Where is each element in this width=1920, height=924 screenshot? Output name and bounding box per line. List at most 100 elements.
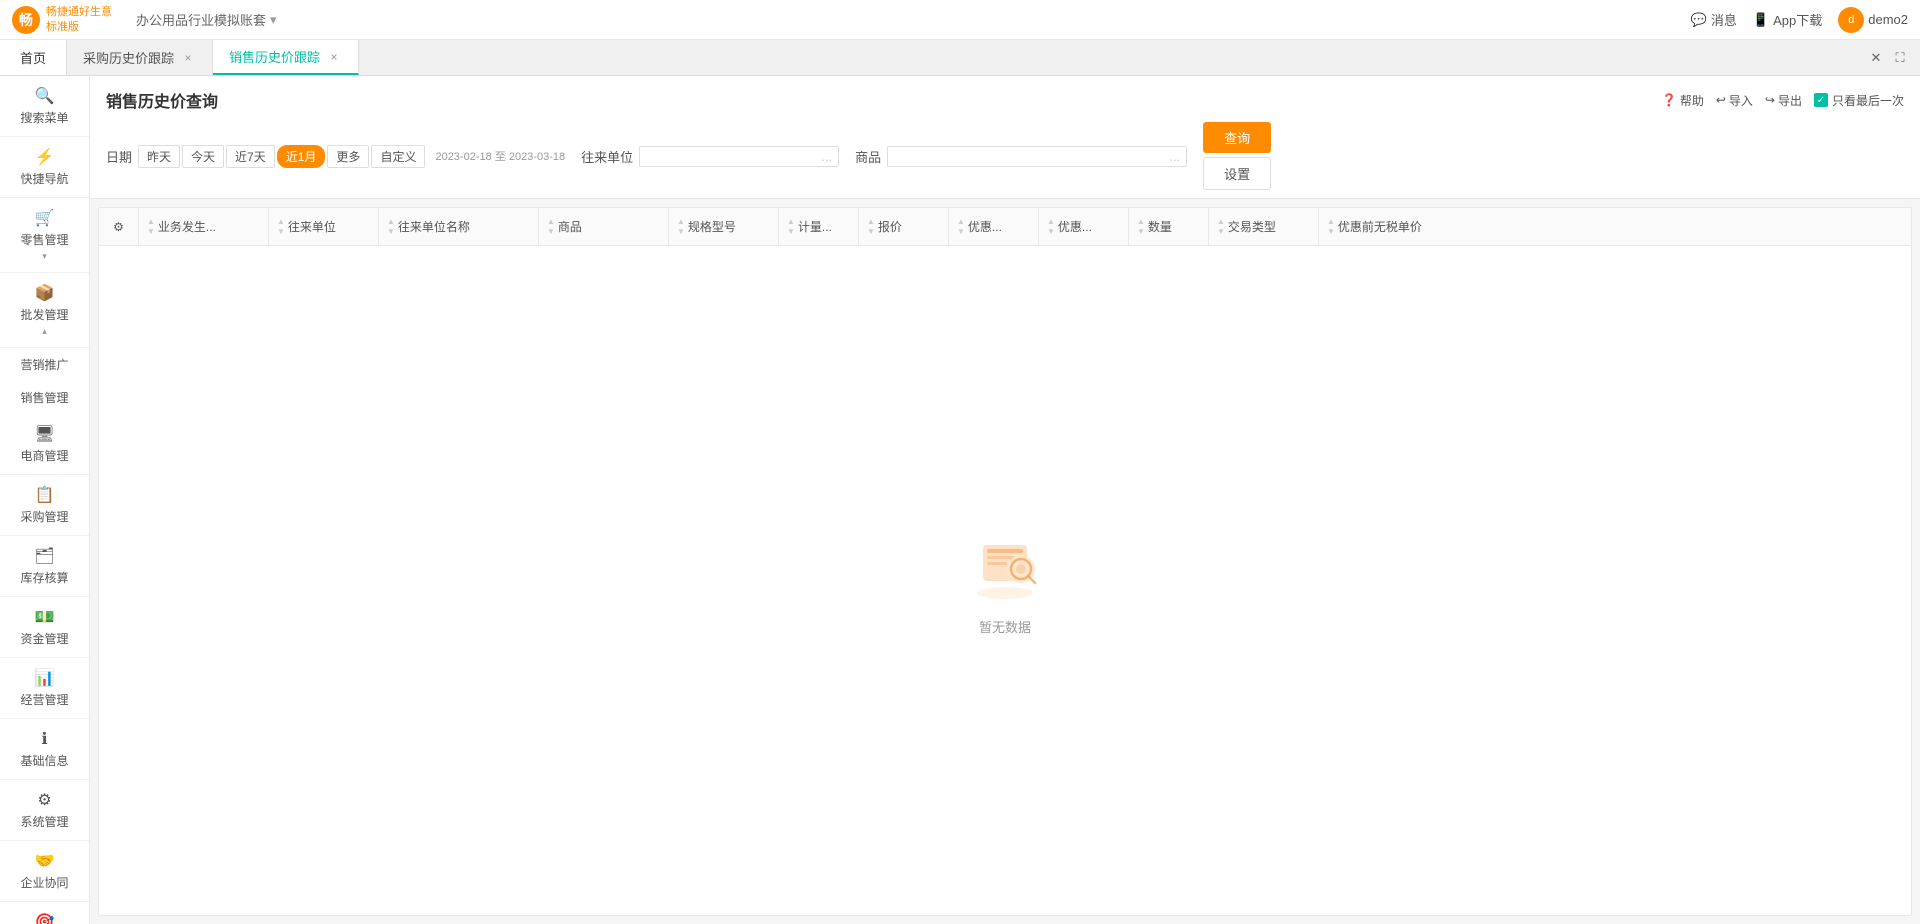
import-icon: ↩ xyxy=(1716,93,1726,107)
th-partner-name[interactable]: ▲▼ 往来单位名称 xyxy=(379,208,539,245)
sort-arrows-discount1: ▲▼ xyxy=(957,217,965,236)
settings-button[interactable]: 设置 xyxy=(1203,157,1271,190)
goods-filter-group: 商品 ... xyxy=(855,146,1187,167)
sidebar-item-sales-mgmt[interactable]: 销售管理 xyxy=(0,381,89,414)
date-buttons: 昨天 今天 近7天 近1月 更多 自定义 xyxy=(138,145,425,168)
tab-sales-history[interactable]: 销售历史价跟踪 × xyxy=(213,40,359,75)
sidebar-item-operations-mgmt[interactable]: 📊 经营管理 xyxy=(0,658,89,719)
only-last-checkbox-area[interactable]: ✓ 只看最后一次 xyxy=(1814,92,1904,109)
sidebar-label-retail-mgmt: 零售管理 xyxy=(20,231,68,248)
th-discount1[interactable]: ▲▼ 优惠... xyxy=(949,208,1039,245)
query-button[interactable]: 查询 xyxy=(1203,122,1271,153)
top-bar: 畅 畅捷通好生意 标准版 办公用品行业模拟账套 ▾ 💬 消息 📱 App下载 d… xyxy=(0,0,1920,40)
message-btn[interactable]: 💬 消息 xyxy=(1691,10,1737,29)
partner-dots-icon: ... xyxy=(821,149,832,164)
import-btn[interactable]: ↩ 导入 xyxy=(1716,92,1753,109)
user-profile-btn[interactable]: d demo2 xyxy=(1838,7,1908,33)
inventory-icon: 🗂 xyxy=(34,546,54,566)
date-btn-more[interactable]: 更多 xyxy=(327,145,369,168)
tab-home[interactable]: 首页 xyxy=(0,40,67,75)
date-btn-yesterday[interactable]: 昨天 xyxy=(138,145,180,168)
goods-input-value xyxy=(894,149,1169,164)
sidebar-item-ecommerce-mgmt[interactable]: 🖥 电商管理 xyxy=(0,414,89,475)
sidebar-label-search-menu: 搜索菜单 xyxy=(20,109,68,126)
date-btn-custom[interactable]: 自定义 xyxy=(371,145,425,168)
retail-arrow-icon: ▾ xyxy=(42,251,47,262)
quick-nav-icon: ⚡ xyxy=(35,147,55,167)
date-label: 日期 xyxy=(106,147,132,166)
empty-state: 暂无数据 xyxy=(99,246,1911,915)
sidebar-item-system-mgmt[interactable]: ⚙ 系统管理 xyxy=(0,780,89,841)
guide-icon: 🎯 xyxy=(35,912,55,924)
sidebar-item-search-menu[interactable]: 🔍 搜索菜单 xyxy=(0,76,89,137)
wholesale-arrow-icon: ▴ xyxy=(42,326,47,337)
sort-arrows-spec: ▲▼ xyxy=(677,217,685,236)
sort-arrows-biz-date: ▲▼ xyxy=(147,217,155,236)
maximize-window-icon[interactable]: ⛶ xyxy=(1892,50,1908,66)
basic-info-icon: ℹ xyxy=(41,729,47,749)
goods-input[interactable]: ... xyxy=(887,146,1187,167)
date-filter-group: 日期 昨天 今天 近7天 近1月 更多 自定义 2023-02-18 至 202… xyxy=(106,145,565,168)
partner-input-value xyxy=(646,149,821,164)
collab-icon: 🤝 xyxy=(35,851,55,871)
date-range-display: 2023-02-18 至 2023-03-18 xyxy=(435,148,565,164)
th-quantity[interactable]: ▲▼ 数量 xyxy=(1129,208,1209,245)
logo-text: 畅捷通好生意 标准版 xyxy=(46,5,112,34)
close-purchase-tab-icon[interactable]: × xyxy=(180,50,196,66)
sidebar-label-ecommerce-mgmt: 电商管理 xyxy=(20,447,68,464)
gear-icon: ⚙ xyxy=(113,220,124,234)
th-biz-date[interactable]: ▲▼ 业务发生... xyxy=(139,208,269,245)
date-btn-7days[interactable]: 近7天 xyxy=(226,145,275,168)
sidebar-item-finance-mgmt[interactable]: 💵 资金管理 xyxy=(0,597,89,658)
export-btn[interactable]: ↪ 导出 xyxy=(1765,92,1802,109)
sort-arrows-unit: ▲▼ xyxy=(787,217,795,236)
page-title: 销售历史价查询 xyxy=(106,88,218,112)
home-tab-label: 首页 xyxy=(20,48,46,67)
th-spec[interactable]: ▲▼ 规格型号 xyxy=(669,208,779,245)
date-btn-1month[interactable]: 近1月 xyxy=(277,145,326,168)
help-btn[interactable]: ❓ 帮助 xyxy=(1662,92,1704,109)
dropdown-arrow-icon[interactable]: ▾ xyxy=(270,12,277,28)
th-partner-code[interactable]: ▲▼ 往来单位 xyxy=(269,208,379,245)
th-goods[interactable]: ▲▼ 商品 xyxy=(539,208,669,245)
sidebar-label-basic-info: 基础信息 xyxy=(20,752,68,769)
search-icon: 🔍 xyxy=(35,86,55,106)
wholesale-icon: 📦 xyxy=(35,283,55,303)
th-gear[interactable]: ⚙ xyxy=(99,208,139,245)
operations-icon: 📊 xyxy=(35,668,55,688)
sidebar-item-new-guide[interactable]: 🎯 新手引导 xyxy=(0,902,89,924)
sidebar-item-inventory[interactable]: 🗂 库存核算 xyxy=(0,536,89,597)
sidebar-item-quick-nav[interactable]: ⚡ 快捷导航 xyxy=(0,137,89,198)
sidebar-label-purchase-mgmt: 采购管理 xyxy=(20,508,68,525)
sidebar-label-inventory: 库存核算 xyxy=(20,569,68,586)
th-quote[interactable]: ▲▼ 报价 xyxy=(859,208,949,245)
tab-purchase-history[interactable]: 采购历史价跟踪 × xyxy=(67,40,213,75)
checkbox-checked-icon: ✓ xyxy=(1814,93,1828,107)
date-btn-today[interactable]: 今天 xyxy=(182,145,224,168)
retail-icon: 🛒 xyxy=(35,208,55,228)
sidebar-item-basic-info[interactable]: ℹ 基础信息 xyxy=(0,719,89,780)
close-sales-tab-icon[interactable]: × xyxy=(326,49,342,65)
sidebar-item-wholesale-mgmt[interactable]: 📦 批发管理 ▴ xyxy=(0,273,89,348)
th-discount2[interactable]: ▲▼ 优惠... xyxy=(1039,208,1129,245)
sidebar-label-wholesale-mgmt: 批发管理 xyxy=(20,306,68,323)
th-unit[interactable]: ▲▼ 计量... xyxy=(779,208,859,245)
close-window-icon[interactable]: ✕ xyxy=(1868,50,1884,66)
sort-arrows-quantity: ▲▼ xyxy=(1137,217,1145,236)
sidebar: 🔍 搜索菜单 ⚡ 快捷导航 🛒 零售管理 ▾ 📦 批发管理 ▴ 营销推广 销售管… xyxy=(0,76,90,924)
sidebar-item-marketing[interactable]: 营销推广 xyxy=(0,348,89,381)
partner-input[interactable]: ... xyxy=(639,146,839,167)
app-download-btn[interactable]: 📱 App下载 xyxy=(1753,10,1822,29)
sidebar-label-marketing: 营销推广 xyxy=(20,358,68,372)
sidebar-item-retail-mgmt[interactable]: 🛒 零售管理 ▾ xyxy=(0,198,89,273)
th-trade-type[interactable]: ▲▼ 交易类型 xyxy=(1209,208,1319,245)
th-no-tax-price[interactable]: ▲▼ 优惠前无税单价 xyxy=(1319,208,1911,245)
download-icon: 📱 xyxy=(1753,12,1769,28)
sidebar-item-enterprise-collab[interactable]: 🤝 企业协同 xyxy=(0,841,89,902)
sort-arrows-quote: ▲▼ xyxy=(867,217,875,236)
sidebar-item-purchase-mgmt[interactable]: 📋 采购管理 xyxy=(0,475,89,536)
system-icon: ⚙ xyxy=(37,790,51,810)
empty-illustration xyxy=(965,525,1045,605)
sidebar-label-system-mgmt: 系统管理 xyxy=(20,813,68,830)
logo-icon: 畅 xyxy=(12,6,40,34)
